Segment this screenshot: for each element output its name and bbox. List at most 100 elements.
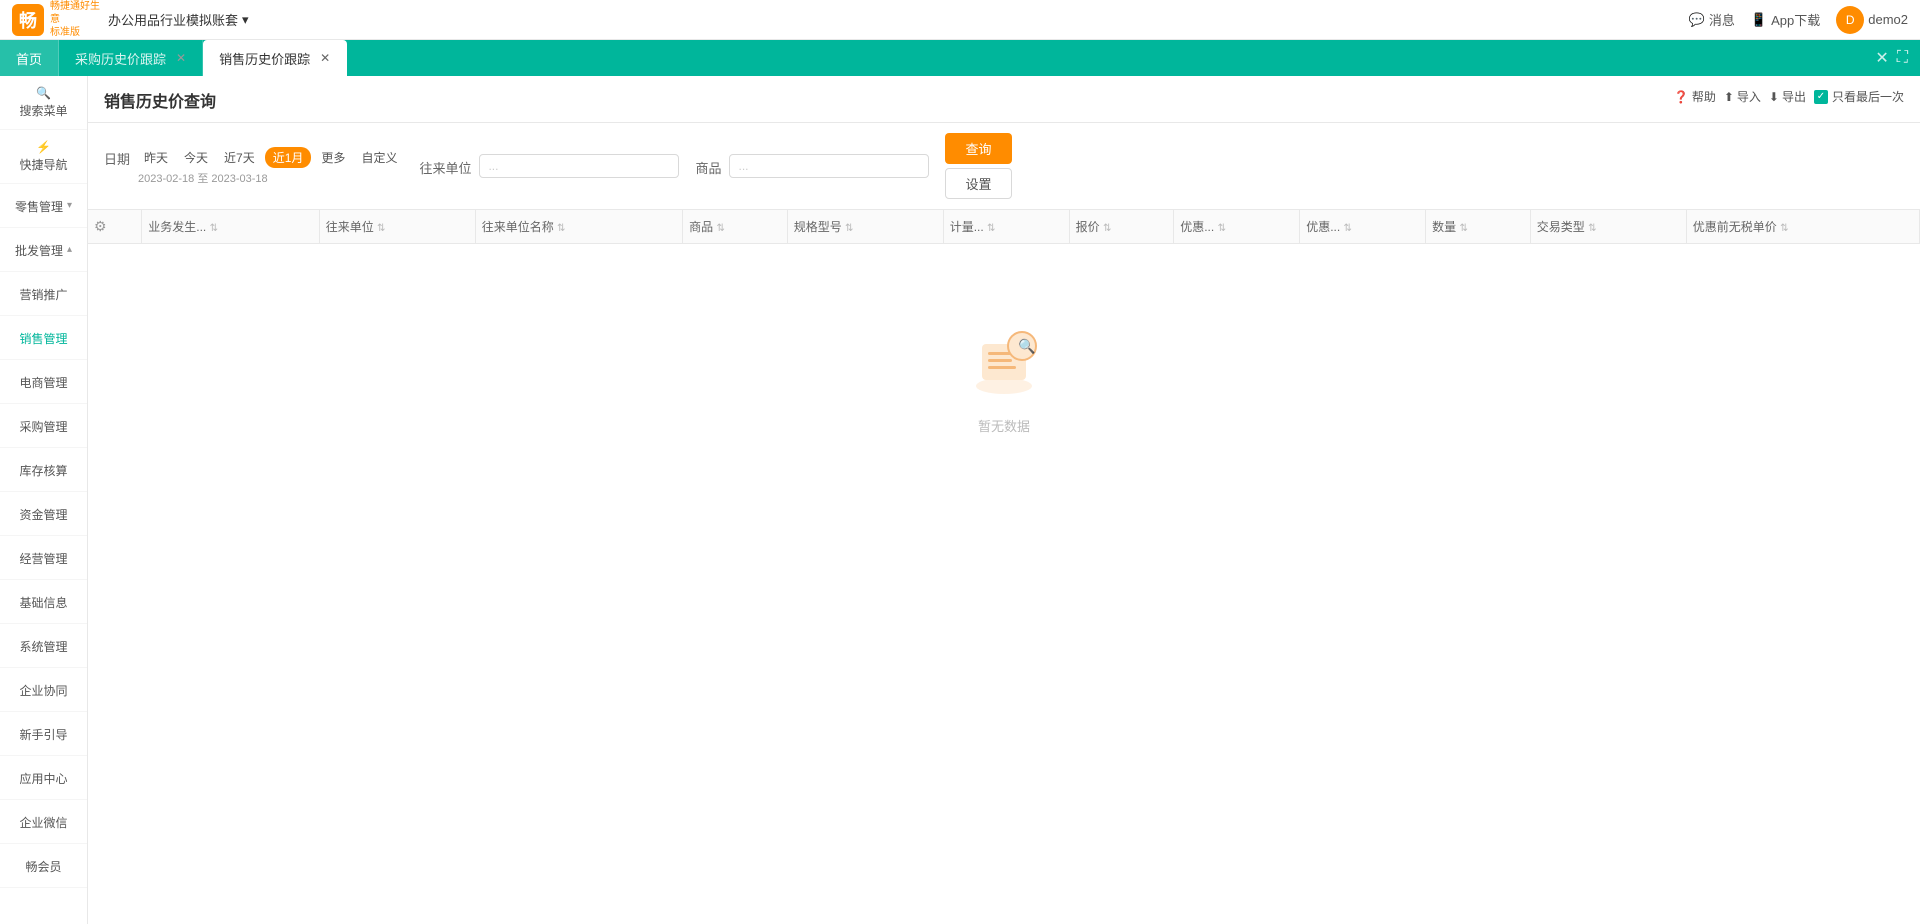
th-spec[interactable]: 规格型号 ⇅ (787, 210, 943, 244)
date-btn-1month[interactable]: 近1月 (265, 147, 312, 168)
sidebar-item-member[interactable]: 畅会员 (0, 844, 87, 888)
settings-gear-icon[interactable]: ⚙ (94, 218, 107, 234)
top-bar-right: 💬 消息 📱 App下载 D demo2 (1689, 6, 1908, 34)
message-icon: 💬 (1689, 12, 1705, 28)
th-pretax-price[interactable]: 优惠前无税单价 ⇅ (1686, 210, 1919, 244)
from-unit-input[interactable]: ... (479, 154, 679, 178)
tab-actions: ✕ ⛶ (1863, 48, 1920, 68)
close-all-tabs-button[interactable]: ✕ (1875, 48, 1888, 68)
export-icon: ⬇ (1769, 90, 1779, 104)
page-actions: ❓ 帮助 ⬆ 导入 ⬇ 导出 ✓ 只看最后一次 (1674, 88, 1904, 105)
sidebar-item-sales[interactable]: 销售管理 (0, 316, 87, 360)
sidebar-item-enterprise[interactable]: 企业协同 (0, 668, 87, 712)
sort-icon-goods: ⇅ (717, 223, 725, 234)
avatar: D (1836, 6, 1864, 34)
empty-state-icon: 🔍 (964, 324, 1044, 404)
th-qty[interactable]: 数量 ⇅ (1426, 210, 1531, 244)
import-button[interactable]: ⬆ 导入 (1724, 88, 1761, 105)
table-area: ⚙ 业务发生... ⇅ 往来单位 ⇅ 往来单位名称 ⇅ (88, 210, 1920, 924)
th-unit[interactable]: 计量... ⇅ (943, 210, 1069, 244)
query-button[interactable]: 查询 (945, 133, 1011, 164)
date-btn-7days[interactable]: 近7天 (218, 147, 261, 168)
date-btn-custom[interactable]: 自定义 (355, 147, 403, 168)
logo-text: 畅捷通好生意 标准版 (50, 0, 100, 39)
th-trade-type[interactable]: 交易类型 ⇅ (1530, 210, 1686, 244)
action-buttons: 查询 设置 (945, 133, 1011, 199)
sort-icon-spec: ⇅ (845, 223, 853, 234)
th-discount1[interactable]: 优惠... ⇅ (1174, 210, 1300, 244)
settings-button[interactable]: 设置 (945, 168, 1011, 199)
from-unit-filter-group: 往来单位 ... (419, 154, 679, 178)
import-icon: ⬆ (1724, 90, 1734, 104)
dropdown-icon: ▾ (242, 12, 249, 28)
data-table: ⚙ 业务发生... ⇅ 往来单位 ⇅ 往来单位名称 ⇅ (88, 210, 1920, 244)
sort-icon-unit-name: ⇅ (557, 223, 565, 234)
content-area: 销售历史价查询 ❓ 帮助 ⬆ 导入 ⬇ 导出 ✓ (88, 76, 1920, 924)
download-icon: 📱 (1751, 12, 1767, 28)
sidebar-item-inventory[interactable]: 库存核算 (0, 448, 87, 492)
sidebar-item-appstore[interactable]: 应用中心 (0, 756, 87, 800)
table-header: ⚙ 业务发生... ⇅ 往来单位 ⇅ 往来单位名称 ⇅ (88, 210, 1920, 244)
empty-state: 🔍 暂无数据 (88, 244, 1920, 515)
goods-input[interactable]: ... (729, 154, 929, 178)
sort-icon-discount2: ⇅ (1344, 223, 1352, 234)
sidebar-item-wechat[interactable]: 企业微信 (0, 800, 87, 844)
main-area: 🔍 搜索菜单 ⚡ 快捷导航 零售管理 ▾ 批发管理 ▴ 营销推广 销售管理 电商… (0, 76, 1920, 924)
sidebar-item-search[interactable]: 🔍 搜索菜单 (0, 76, 87, 130)
date-btn-more[interactable]: 更多 (315, 147, 351, 168)
search-icon: 🔍 (36, 86, 51, 100)
th-biz-date[interactable]: 业务发生... ⇅ (142, 210, 319, 244)
wholesale-expand-icon: ▴ (67, 244, 72, 255)
close-purchase-tab-button[interactable]: ✕ (176, 51, 186, 65)
sort-icon-quote: ⇅ (1103, 223, 1111, 234)
export-button[interactable]: ⬇ 导出 (1769, 88, 1806, 105)
date-btn-yesterday[interactable]: 昨天 (138, 147, 174, 168)
svg-text:🔍: 🔍 (1018, 337, 1035, 355)
only-last-checkbox[interactable]: ✓ (1814, 90, 1828, 104)
tab-bar: 首页 采购历史价跟踪 ✕ 销售历史价跟踪 ✕ ✕ ⛶ (0, 40, 1920, 76)
filter-dates: 昨天 今天 近7天 近1月 更多 自定义 2023-02-18 至 2023-0… (138, 147, 403, 186)
sidebar-item-retail[interactable]: 零售管理 ▾ (0, 184, 87, 228)
sidebar-item-finance[interactable]: 资金管理 (0, 492, 87, 536)
app-download-button[interactable]: 📱 App下载 (1751, 10, 1820, 29)
sidebar-item-quicknav[interactable]: ⚡ 快捷导航 (0, 130, 87, 184)
close-sales-tab-button[interactable]: ✕ (320, 51, 330, 65)
sidebar-item-wholesale[interactable]: 批发管理 ▴ (0, 228, 87, 272)
app-selector[interactable]: 办公用品行业模拟账套 ▾ (108, 10, 249, 29)
logo-icon: 畅 (12, 4, 44, 36)
th-unit-code[interactable]: 往来单位 ⇅ (319, 210, 475, 244)
user-menu[interactable]: D demo2 (1836, 6, 1908, 34)
th-goods[interactable]: 商品 ⇅ (683, 210, 788, 244)
filter-area: 日期 昨天 今天 近7天 近1月 更多 自定义 2023-02-18 至 202… (88, 123, 1920, 210)
sort-icon-biz-date: ⇅ (210, 223, 218, 234)
goods-filter-group: 商品 ... (695, 154, 929, 178)
only-last-checkbox-label[interactable]: ✓ 只看最后一次 (1814, 88, 1904, 105)
sort-icon-pretax-price: ⇅ (1780, 223, 1788, 234)
page-title: 销售历史价查询 (104, 88, 216, 112)
sort-icon-qty: ⇅ (1460, 223, 1468, 234)
date-btn-today[interactable]: 今天 (178, 147, 214, 168)
sidebar-item-operations[interactable]: 经营管理 (0, 536, 87, 580)
sidebar-item-system[interactable]: 系统管理 (0, 624, 87, 668)
tab-purchase-history[interactable]: 采购历史价跟踪 ✕ (59, 40, 203, 76)
help-icon: ❓ (1674, 90, 1689, 104)
th-settings[interactable]: ⚙ (88, 210, 142, 244)
help-button[interactable]: ❓ 帮助 (1674, 88, 1716, 105)
sidebar-item-basic[interactable]: 基础信息 (0, 580, 87, 624)
maximize-button[interactable]: ⛶ (1897, 49, 1908, 67)
sidebar: 🔍 搜索菜单 ⚡ 快捷导航 零售管理 ▾ 批发管理 ▴ 营销推广 销售管理 电商… (0, 76, 88, 924)
th-quote[interactable]: 报价 ⇅ (1069, 210, 1174, 244)
tab-home[interactable]: 首页 (0, 40, 59, 76)
sidebar-item-ecommerce[interactable]: 电商管理 (0, 360, 87, 404)
date-filter-group: 日期 昨天 今天 近7天 近1月 更多 自定义 2023-02-18 至 202… (104, 147, 403, 186)
tab-sales-history[interactable]: 销售历史价跟踪 ✕ (203, 40, 347, 76)
th-discount2[interactable]: 优惠... ⇅ (1300, 210, 1426, 244)
message-button[interactable]: 💬 消息 (1689, 10, 1735, 29)
quicknav-icon: ⚡ (36, 140, 51, 154)
sidebar-item-marketing[interactable]: 营销推广 (0, 272, 87, 316)
sidebar-item-purchase[interactable]: 采购管理 (0, 404, 87, 448)
sidebar-item-guide[interactable]: 新手引导 (0, 712, 87, 756)
date-buttons: 昨天 今天 近7天 近1月 更多 自定义 (138, 147, 403, 168)
empty-text: 暂无数据 (978, 416, 1030, 435)
th-unit-name[interactable]: 往来单位名称 ⇅ (475, 210, 682, 244)
